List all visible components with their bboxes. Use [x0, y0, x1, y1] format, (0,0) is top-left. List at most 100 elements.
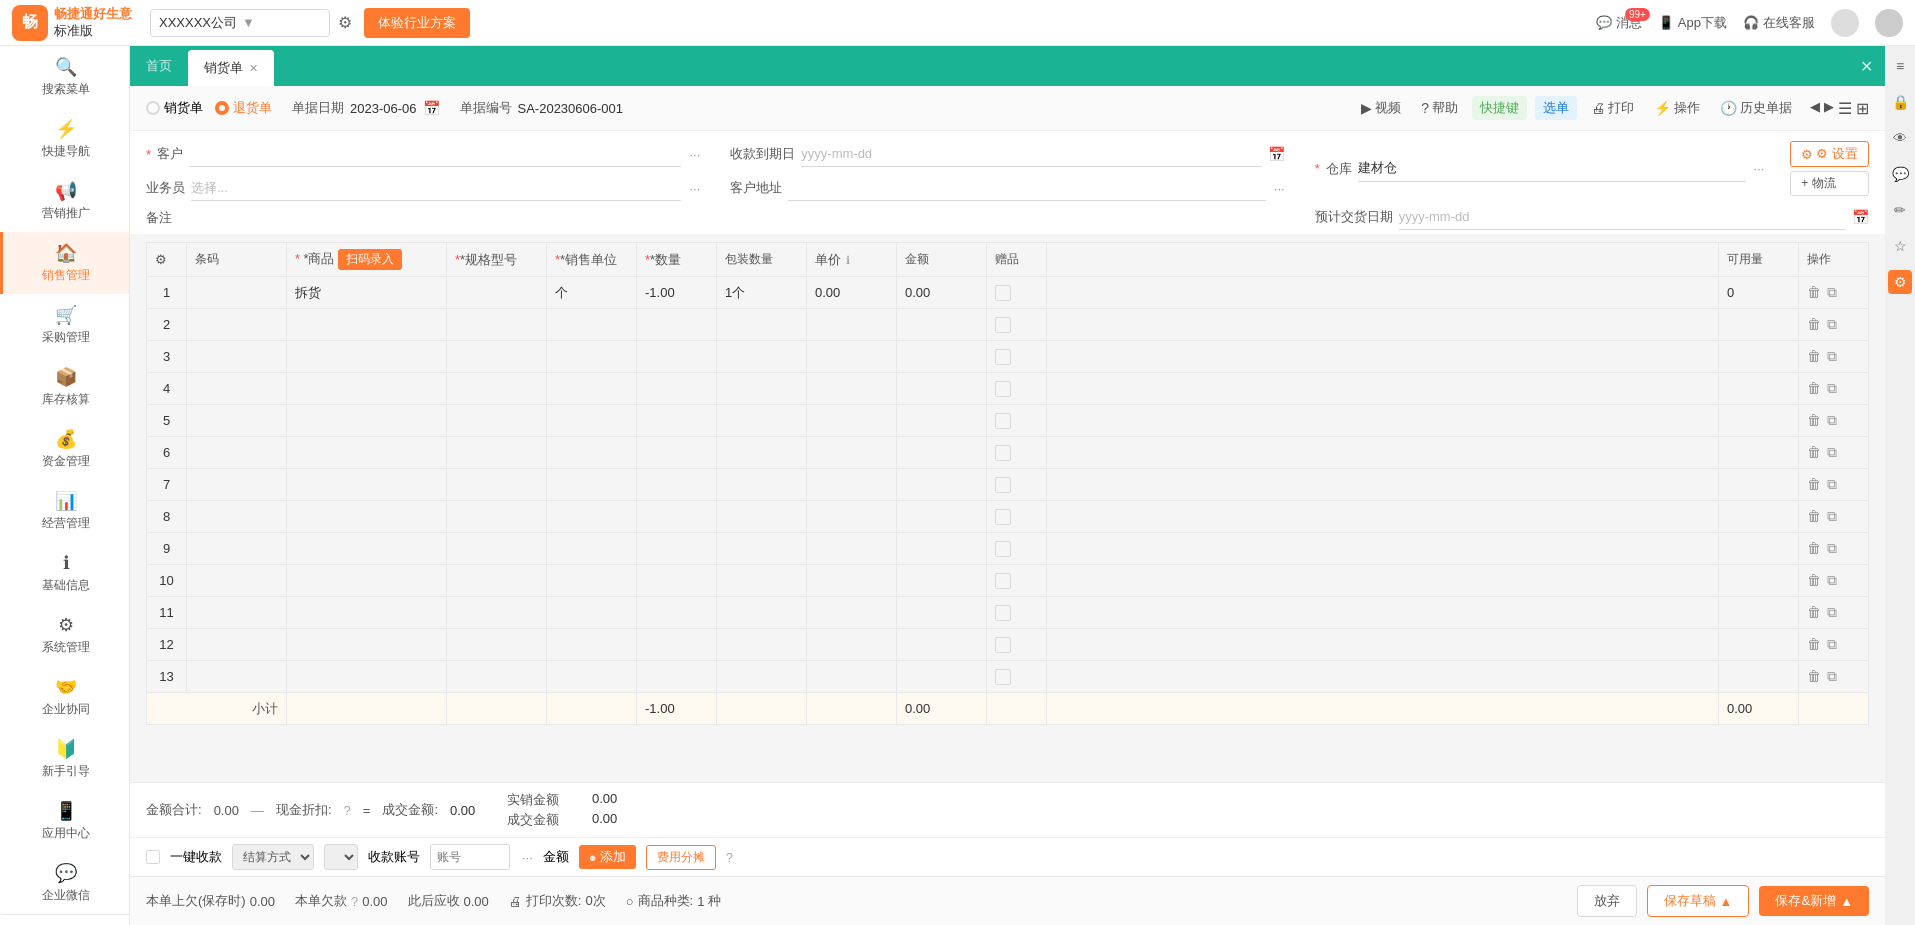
delete-icon[interactable]: 🗑 [1807, 540, 1821, 557]
sidebar-item-sales[interactable]: 🏠 销售管理 [0, 232, 129, 294]
right-panel-icon-6[interactable]: ☆ [1888, 234, 1912, 258]
footer-summary: 金额合计: 0.00 — 现金折扣: ? = 成交金额: 0.00 实销金额 0… [130, 783, 1885, 837]
sidebar-item-wechat[interactable]: 💬 企业微信 [0, 852, 129, 914]
delete-icon[interactable]: 🗑 [1807, 476, 1821, 493]
logistics-button[interactable]: + 物流 [1790, 171, 1869, 196]
tab-home[interactable]: 首页 [130, 46, 188, 86]
expense-button[interactable]: 费用分摊 [646, 845, 716, 870]
scan-button[interactable]: 扫码录入 [338, 249, 402, 270]
tab-sales-order[interactable]: 销货单 ✕ [188, 50, 274, 86]
delete-icon[interactable]: 🗑 [1807, 348, 1821, 365]
sidebar-item-enterprise[interactable]: 🤝 企业协同 [0, 666, 129, 728]
copy-icon[interactable]: ⧉ [1827, 540, 1837, 557]
sidebar-item-business[interactable]: 📊 经营管理 [0, 480, 129, 542]
right-panel-icon-3[interactable]: 👁 [1888, 126, 1912, 150]
sidebar-item-marketing[interactable]: 📢 营销推广 [0, 170, 129, 232]
account-input[interactable] [430, 844, 510, 870]
delete-icon[interactable]: 🗑 [1807, 316, 1821, 333]
radio-return[interactable]: 退货单 [215, 99, 272, 117]
toolbar-print[interactable]: 🖨 打印 [1585, 96, 1640, 120]
settlement-method-select[interactable]: 结算方式 [232, 844, 314, 870]
payment-date-calendar-icon[interactable]: 📅 [1268, 146, 1285, 162]
company-selector[interactable]: XXXXXX公司 ▼ [150, 9, 330, 37]
copy-icon[interactable]: ⧉ [1827, 444, 1837, 461]
delete-icon[interactable]: 🗑 [1807, 604, 1821, 621]
sidebar-search[interactable]: 🔍 搜索菜单 [0, 46, 129, 108]
prev-record-icon[interactable]: ◀ [1810, 99, 1820, 118]
copy-icon[interactable]: ⧉ [1827, 316, 1837, 333]
right-panel-icon-5[interactable]: ✏ [1888, 198, 1912, 222]
delete-icon[interactable]: 🗑 [1807, 668, 1821, 685]
copy-icon[interactable]: ⧉ [1827, 572, 1837, 589]
grid-view-icon[interactable]: ⊞ [1856, 99, 1869, 118]
sidebar-item-purchase[interactable]: 🛒 采购管理 [0, 294, 129, 356]
sidebar-item-appstore[interactable]: 📱 应用中心 [0, 790, 129, 852]
sidebar-item-quick-nav[interactable]: ⚡ 快捷导航 [0, 108, 129, 170]
warehouse-more-icon[interactable]: ··· [1754, 161, 1765, 176]
toolbar-history[interactable]: 🕐 历史单据 [1714, 96, 1798, 120]
online-service-button[interactable]: 🎧 在线客服 [1743, 14, 1815, 32]
salesperson-more-icon[interactable]: ··· [689, 181, 700, 196]
copy-icon[interactable]: ⧉ [1827, 284, 1837, 301]
toolbar-shortcut[interactable]: 快捷键 [1472, 96, 1527, 120]
list-view-icon[interactable]: ☰ [1838, 99, 1852, 118]
settlement-type-select[interactable] [324, 844, 358, 870]
th-gear[interactable]: ⚙ [147, 243, 187, 277]
copy-icon[interactable]: ⧉ [1827, 476, 1837, 493]
radio-sales[interactable]: 销货单 [146, 99, 203, 117]
account-more-icon[interactable]: ··· [522, 850, 533, 865]
right-panel-icon-2[interactable]: 🔒 [1888, 90, 1912, 114]
sidebar-item-guide[interactable]: 🔰 新手引导 [0, 728, 129, 790]
trial-button[interactable]: 体验行业方案 [364, 8, 470, 38]
sales-icon: 🏠 [55, 242, 77, 264]
expected-date-calendar-icon[interactable]: 📅 [1852, 209, 1869, 225]
tab-close-icon[interactable]: ✕ [249, 62, 258, 75]
abandon-button[interactable]: 放弃 [1577, 885, 1637, 917]
save-dropdown-icon[interactable]: ▲ [1840, 894, 1853, 909]
copy-icon[interactable]: ⧉ [1827, 380, 1837, 397]
customer-more-icon[interactable]: ··· [689, 147, 700, 162]
message-button[interactable]: 💬 消息 99+ [1596, 14, 1642, 32]
sidebar-item-basic[interactable]: ℹ 基础信息 [0, 542, 129, 604]
tab-close-all-icon[interactable]: ✕ [1860, 57, 1885, 76]
sidebar-item-finance[interactable]: 💰 资金管理 [0, 418, 129, 480]
add-payment-button[interactable]: ● 添加 [579, 845, 636, 869]
sidebar-item-inventory[interactable]: 📦 库存核算 [0, 356, 129, 418]
copy-icon[interactable]: ⧉ [1827, 636, 1837, 653]
draft-dropdown-icon[interactable]: ▲ [1720, 894, 1733, 909]
right-panel-icon-4[interactable]: 💬 [1888, 162, 1912, 186]
copy-icon[interactable]: ⧉ [1827, 604, 1837, 621]
setup-button[interactable]: ⚙ ⚙ 设置 [1790, 141, 1869, 167]
toolbar-action[interactable]: ⚡ 操作 [1648, 96, 1706, 120]
delete-icon[interactable]: 🗑 [1807, 444, 1821, 461]
save-draft-button[interactable]: 保存草稿 ▲ [1647, 885, 1750, 917]
right-panel-icon-1[interactable]: ≡ [1888, 54, 1912, 78]
toolbar-help[interactable]: ? 帮助 [1415, 96, 1464, 120]
settings-icon[interactable]: ⚙ [338, 13, 352, 32]
save-new-button[interactable]: 保存&新增 ▲ [1759, 886, 1869, 916]
one-click-payment-checkbox[interactable] [146, 850, 160, 864]
toolbar-select[interactable]: 选单 [1535, 96, 1577, 120]
toolbar-video[interactable]: ▶ 视频 [1355, 96, 1407, 120]
app-download-button[interactable]: 📱 App下载 [1658, 14, 1727, 32]
delete-icon[interactable]: 🗑 [1807, 380, 1821, 397]
right-panel-icon-7[interactable]: ⚙ [1888, 270, 1912, 294]
copy-icon[interactable]: ⧉ [1827, 412, 1837, 429]
delete-icon[interactable]: 🗑 [1807, 284, 1821, 301]
delete-icon[interactable]: 🗑 [1807, 572, 1821, 589]
customer-addr-more-icon[interactable]: ··· [1274, 181, 1285, 196]
copy-icon[interactable]: ⧉ [1827, 348, 1837, 365]
copy-icon[interactable]: ⧉ [1827, 508, 1837, 525]
delete-icon[interactable]: 🗑 [1807, 412, 1821, 429]
date-calendar-icon[interactable]: 📅 [423, 100, 440, 116]
sidebar-item-member[interactable]: 👑 畅会员 [0, 914, 129, 925]
delete-icon[interactable]: 🗑 [1807, 636, 1821, 653]
quick-nav-icon: ⚡ [55, 118, 77, 140]
delete-icon[interactable]: 🗑 [1807, 508, 1821, 525]
avatar[interactable] [1831, 9, 1859, 37]
copy-icon[interactable]: ⧉ [1827, 668, 1837, 685]
table-row: 6🗑⧉ [147, 437, 1869, 469]
next-record-icon[interactable]: ▶ [1824, 99, 1834, 118]
sidebar-item-system[interactable]: ⚙ 系统管理 [0, 604, 129, 666]
form-row-customer-addr: 客户地址 ··· [730, 175, 1284, 201]
